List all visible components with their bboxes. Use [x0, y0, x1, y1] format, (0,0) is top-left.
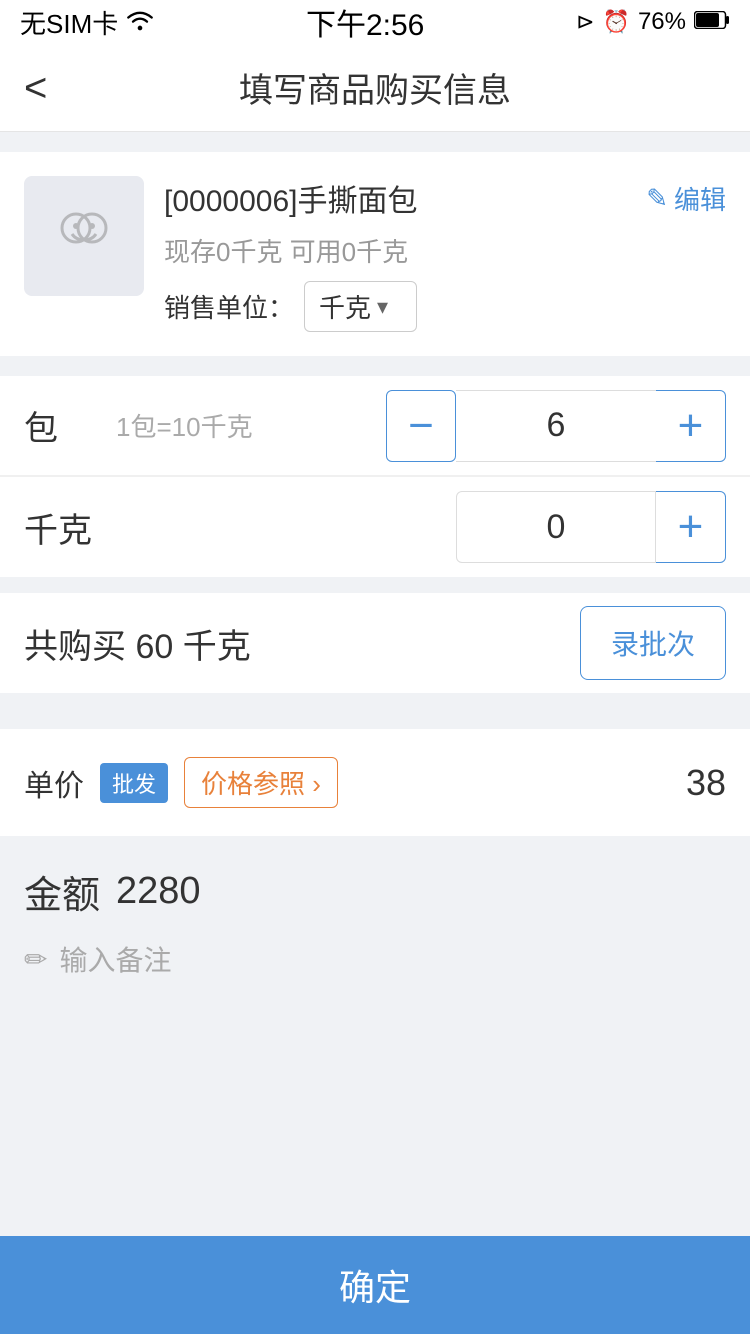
- kg-label: 千克: [24, 503, 104, 552]
- bottom-spacer: [0, 1036, 750, 1156]
- edit-icon: ✎: [646, 183, 668, 214]
- status-bar: 无SIM卡 下午2:56 ⊳ ⏰ 76%: [0, 0, 750, 44]
- bao-input-section: 包 1包=10千克 − +: [0, 376, 750, 476]
- note-placeholder: 输入备注: [59, 939, 171, 979]
- bao-qty-input[interactable]: [456, 390, 656, 462]
- kg-qty-input[interactable]: [456, 491, 656, 563]
- amount-section: 金额 2280 ✏ 输入备注: [0, 836, 750, 1036]
- kg-input-section: 千克 +: [0, 477, 750, 577]
- amount-value: 2280: [116, 870, 201, 913]
- nav-bar: < 填写商品购买信息: [0, 44, 750, 132]
- product-stock: 现存0千克 可用0千克: [164, 232, 726, 269]
- bao-qty-control: − +: [386, 390, 726, 462]
- note-edit-icon: ✏: [24, 943, 47, 976]
- amount-row: 金额 2280: [24, 864, 726, 919]
- status-left: 无SIM卡: [20, 4, 154, 41]
- bao-plus-button[interactable]: +: [656, 390, 726, 462]
- amount-label: 金额: [24, 864, 100, 919]
- kg-control: +: [456, 491, 726, 563]
- price-section: 单价 批发 价格参照 › 38: [0, 729, 750, 836]
- unit-label: 销售单位：: [164, 288, 294, 325]
- divider-2: [0, 577, 750, 593]
- kg-row: 千克 +: [0, 477, 750, 577]
- price-label: 单价: [24, 761, 84, 805]
- kg-plus-button[interactable]: +: [656, 491, 726, 563]
- bao-row: 包 1包=10千克 − +: [0, 376, 750, 476]
- divider-1: [0, 356, 750, 376]
- unit-value: 千克: [319, 288, 371, 325]
- status-right: ⊳ ⏰ 76%: [576, 8, 730, 36]
- divider-3: [0, 693, 750, 709]
- back-button[interactable]: <: [24, 68, 47, 108]
- edit-button[interactable]: ✎ 编辑: [646, 180, 726, 217]
- page-title: 填写商品购买信息: [239, 63, 511, 112]
- product-info: [0000006]手撕面包 现存0千克 可用0千克 销售单位： 千克 ▾: [164, 176, 726, 332]
- price-badge: 批发: [100, 763, 168, 803]
- battery-label: 76%: [638, 8, 686, 36]
- product-unit: 销售单位： 千克 ▾: [164, 281, 726, 332]
- total-row: 共购买 60 千克 录批次: [0, 593, 750, 693]
- time-label: 下午2:56: [306, 0, 424, 44]
- battery-icon: [694, 8, 730, 36]
- alarm-icon: ⏰: [603, 9, 630, 35]
- product-name: [0000006]手撕面包: [164, 176, 726, 220]
- bao-label: 包: [24, 401, 104, 450]
- bao-sub-label: 1包=10千克: [116, 407, 386, 444]
- carrier-label: 无SIM卡: [20, 4, 118, 41]
- confirm-button[interactable]: 确定: [0, 1236, 750, 1334]
- record-batch-button[interactable]: 录批次: [580, 606, 726, 680]
- price-value: 38: [686, 762, 726, 804]
- note-row[interactable]: ✏ 输入备注: [24, 939, 726, 979]
- product-card: [0000006]手撕面包 现存0千克 可用0千克 销售单位： 千克 ▾ ✎ 编…: [0, 152, 750, 356]
- bao-minus-button[interactable]: −: [386, 390, 456, 462]
- total-label: 共购买 60 千克: [24, 619, 580, 668]
- wifi-icon: [126, 7, 154, 38]
- dropdown-arrow-icon: ▾: [377, 294, 388, 320]
- price-row: 单价 批发 价格参照 › 38: [24, 757, 726, 808]
- product-thumbnail: [24, 176, 144, 296]
- unit-dropdown[interactable]: 千克 ▾: [304, 281, 417, 332]
- price-ref-button[interactable]: 价格参照 ›: [184, 757, 338, 808]
- location-icon: ⊳: [576, 9, 594, 35]
